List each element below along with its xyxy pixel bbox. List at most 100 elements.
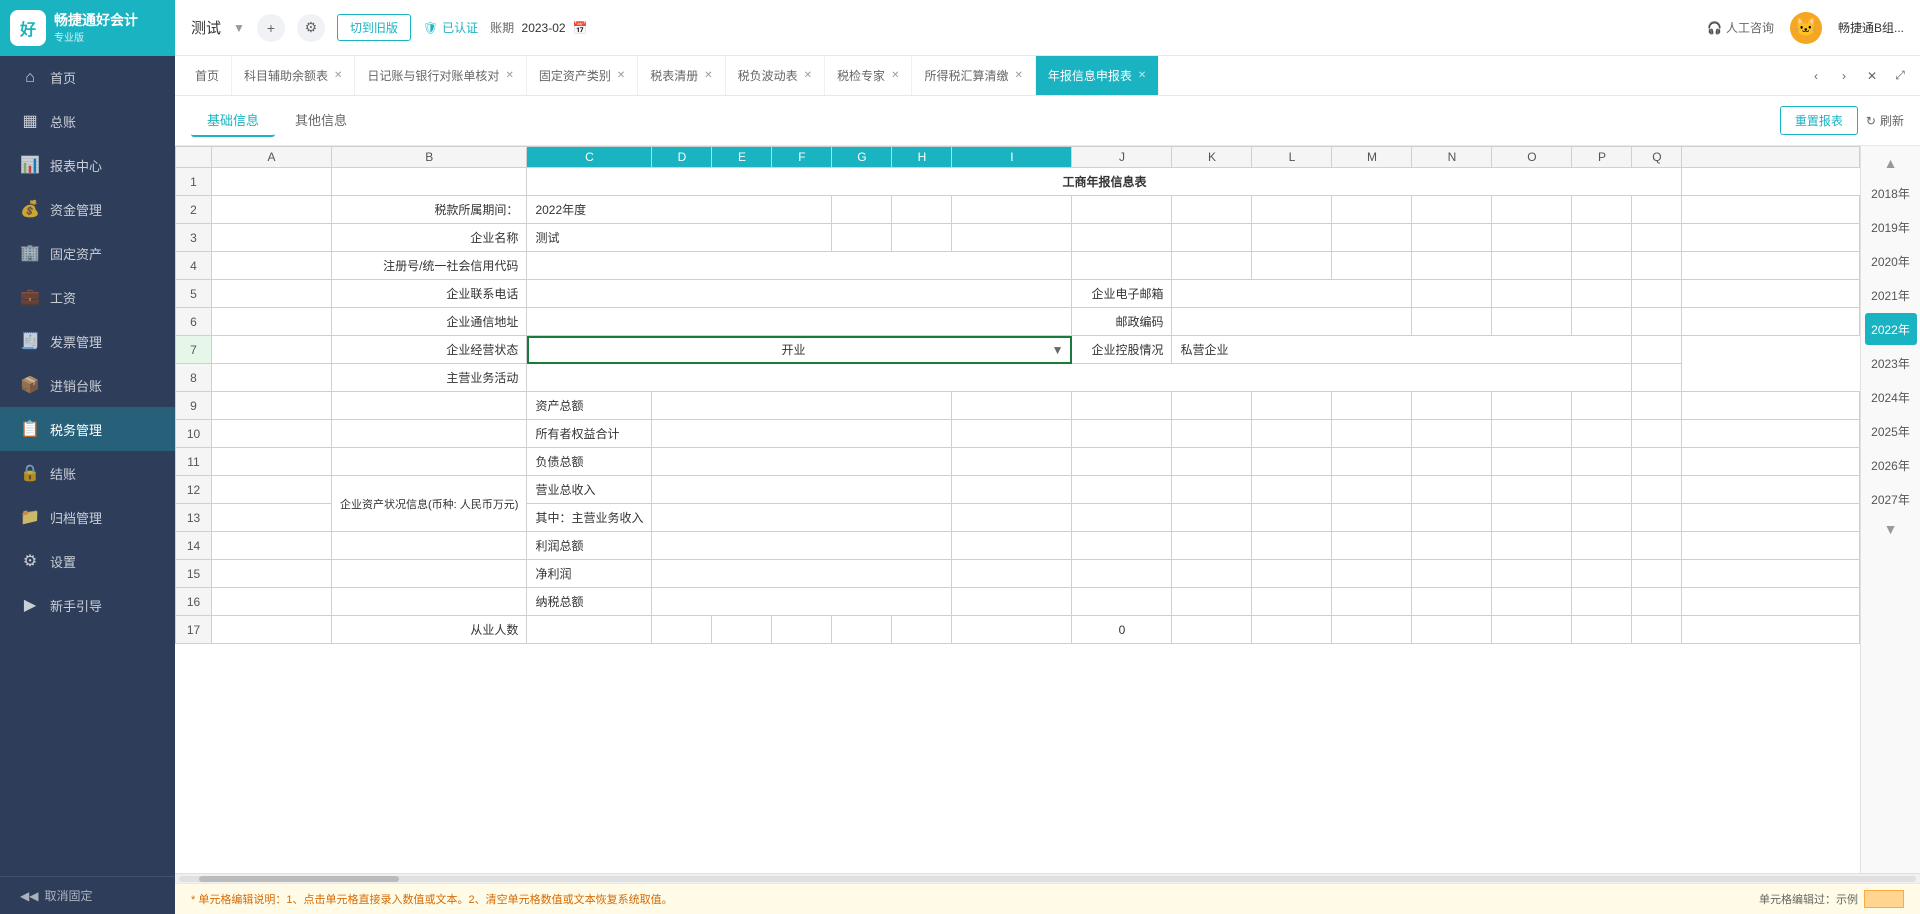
cell-13I[interactable] xyxy=(952,504,1072,532)
cell-4O[interactable] xyxy=(1492,252,1572,280)
cell-2M[interactable] xyxy=(1332,196,1412,224)
cell-9M[interactable] xyxy=(1332,392,1412,420)
cell-15O[interactable] xyxy=(1492,560,1572,588)
sidebar-item-guide[interactable]: ▶ 新手引导 xyxy=(0,583,175,627)
cell-17O[interactable] xyxy=(1492,616,1572,644)
year-2018[interactable]: 2018年 xyxy=(1865,177,1917,209)
cell-11K[interactable] xyxy=(1172,448,1252,476)
cell-2N[interactable] xyxy=(1412,196,1492,224)
col-header-P[interactable]: P xyxy=(1572,147,1632,168)
cell-13D[interactable] xyxy=(652,504,952,532)
cell-11B[interactable] xyxy=(332,448,527,476)
cell-11Q[interactable] xyxy=(1632,448,1682,476)
cell-16K[interactable] xyxy=(1172,588,1252,616)
tab-next-button[interactable]: › xyxy=(1832,64,1856,88)
cell-3L[interactable] xyxy=(1252,224,1332,252)
col-header-E[interactable]: E xyxy=(712,147,772,168)
tab-fixedasset[interactable]: 固定资产类别 ✕ xyxy=(527,56,638,96)
cell-17M[interactable] xyxy=(1332,616,1412,644)
reset-report-button[interactable]: 重置报表 xyxy=(1780,106,1858,135)
tab-close-icon[interactable]: ✕ xyxy=(505,70,513,81)
cell-3A[interactable] xyxy=(212,224,332,252)
cell-4M[interactable] xyxy=(1332,252,1412,280)
cell-14M[interactable] xyxy=(1332,532,1412,560)
cell-16J[interactable] xyxy=(1072,588,1172,616)
col-header-F[interactable]: F xyxy=(772,147,832,168)
col-header-N[interactable]: N xyxy=(1412,147,1492,168)
cell-17J[interactable]: 0 xyxy=(1072,616,1172,644)
cell-5K[interactable] xyxy=(1172,280,1412,308)
tab-home[interactable]: 首页 xyxy=(183,56,232,96)
cell-17F[interactable] xyxy=(772,616,832,644)
cell-12J[interactable] xyxy=(1072,476,1172,504)
customer-service-button[interactable]: 🎧 人工咨询 xyxy=(1707,19,1774,36)
cell-16A[interactable] xyxy=(212,588,332,616)
col-header-M[interactable]: M xyxy=(1332,147,1412,168)
cell-3N[interactable] xyxy=(1412,224,1492,252)
cell-3O[interactable] xyxy=(1492,224,1572,252)
cell-12A[interactable] xyxy=(212,476,332,504)
cell-9I[interactable] xyxy=(952,392,1072,420)
sidebar-item-home[interactable]: ⌂ 首页 xyxy=(0,56,175,99)
spreadsheet-grid[interactable]: A B C D E F G H I J K L xyxy=(175,146,1860,873)
cell-9K[interactable] xyxy=(1172,392,1252,420)
cell-7A[interactable] xyxy=(212,336,332,364)
tab-close-icon[interactable]: ✕ xyxy=(334,70,342,81)
col-header-H[interactable]: H xyxy=(892,147,952,168)
cell-12K[interactable] xyxy=(1172,476,1252,504)
cell-9N[interactable] xyxy=(1412,392,1492,420)
tab-close-icon[interactable]: ✕ xyxy=(1014,70,1022,81)
cell-6P[interactable] xyxy=(1572,308,1632,336)
year-2025[interactable]: 2025年 xyxy=(1865,415,1917,447)
cell-10N[interactable] xyxy=(1412,420,1492,448)
cell-15L[interactable] xyxy=(1252,560,1332,588)
col-header-K[interactable]: K xyxy=(1172,147,1252,168)
cell-3C[interactable]: 测试 xyxy=(527,224,832,252)
cell-10B[interactable] xyxy=(332,420,527,448)
cell-3H[interactable] xyxy=(892,224,952,252)
tab-annualreport[interactable]: 年报信息申报表 ✕ xyxy=(1036,56,1159,96)
cell-5N[interactable] xyxy=(1412,280,1492,308)
cell-15J[interactable] xyxy=(1072,560,1172,588)
cell-10J[interactable] xyxy=(1072,420,1172,448)
cell-10O[interactable] xyxy=(1492,420,1572,448)
cell-3Q[interactable] xyxy=(1632,224,1682,252)
unpin-button[interactable]: ◀◀ 取消固定 xyxy=(0,876,175,914)
cell-12P[interactable] xyxy=(1572,476,1632,504)
sidebar-item-invoice[interactable]: 🧾 发票管理 xyxy=(0,319,175,363)
sidebar-item-tax[interactable]: 📋 税务管理 xyxy=(0,407,175,451)
cell-12Q[interactable] xyxy=(1632,476,1682,504)
cell-5C[interactable] xyxy=(527,280,1072,308)
sidebar-item-settings[interactable]: ⚙ 设置 xyxy=(0,539,175,583)
tab-close-icon[interactable]: ✕ xyxy=(1138,70,1146,81)
cell-15D[interactable] xyxy=(652,560,952,588)
cell-14A[interactable] xyxy=(212,532,332,560)
cell-12O[interactable] xyxy=(1492,476,1572,504)
cell-17P[interactable] xyxy=(1572,616,1632,644)
cell-14D[interactable] xyxy=(652,532,952,560)
cell-12L[interactable] xyxy=(1252,476,1332,504)
cell-16M[interactable] xyxy=(1332,588,1412,616)
cell-11O[interactable] xyxy=(1492,448,1572,476)
cell-2G[interactable] xyxy=(832,196,892,224)
cell-17D[interactable] xyxy=(652,616,712,644)
cell-5O[interactable] xyxy=(1492,280,1572,308)
cell-17K[interactable] xyxy=(1172,616,1252,644)
cell-11N[interactable] xyxy=(1412,448,1492,476)
cell-17A[interactable] xyxy=(212,616,332,644)
sidebar-item-closing[interactable]: 🔒 结账 xyxy=(0,451,175,495)
year-2019[interactable]: 2019年 xyxy=(1865,211,1917,243)
col-header-Q[interactable]: Q xyxy=(1632,147,1682,168)
sidebar-item-reports[interactable]: 📊 报表中心 xyxy=(0,143,175,187)
cell-10P[interactable] xyxy=(1572,420,1632,448)
year-2027[interactable]: 2027年 xyxy=(1865,483,1917,515)
sheet-tab-other[interactable]: 其他信息 xyxy=(279,104,363,137)
sidebar-item-payroll[interactable]: 💼 工资 xyxy=(0,275,175,319)
cell-14I[interactable] xyxy=(952,532,1072,560)
col-header-B[interactable]: B xyxy=(332,147,527,168)
scrollbar-horizontal[interactable] xyxy=(175,873,1920,883)
cell-10M[interactable] xyxy=(1332,420,1412,448)
tab-close-icon[interactable]: ✕ xyxy=(891,70,899,81)
cell-11M[interactable] xyxy=(1332,448,1412,476)
cell-4L[interactable] xyxy=(1252,252,1332,280)
